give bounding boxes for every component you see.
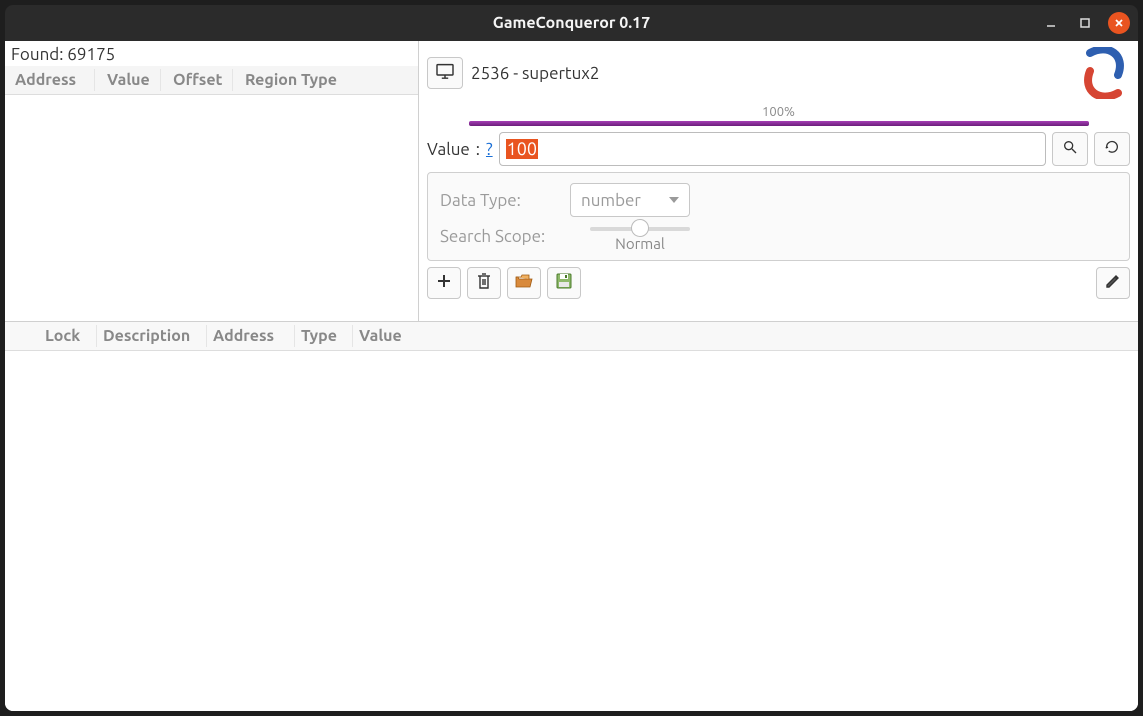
save-icon — [556, 273, 572, 293]
results-header-region[interactable]: Region Type — [239, 69, 414, 91]
cheat-header-description[interactable]: Description — [97, 325, 207, 347]
titlebar: GameConqueror 0.17 — [5, 5, 1138, 41]
value-row: Value: ? 100 — [427, 132, 1130, 166]
value-input-text: 100 — [506, 139, 538, 159]
progress-bar — [469, 121, 1089, 126]
reset-button[interactable] — [1094, 132, 1130, 166]
window-title: GameConqueror 0.17 — [493, 14, 650, 32]
progress-label: 100% — [762, 105, 795, 119]
remove-button[interactable] — [467, 267, 501, 299]
data-type-select[interactable]: number — [570, 183, 690, 217]
data-type-label: Data Type: — [440, 191, 570, 210]
progress-fill — [469, 121, 1089, 126]
cheat-header-value[interactable]: Value — [353, 325, 1134, 347]
cheat-header-address[interactable]: Address — [207, 325, 295, 347]
progress-row: 100% — [427, 105, 1130, 126]
cheat-toolbar — [427, 267, 1130, 305]
options-box: Data Type: number Search Scope: Normal — [427, 172, 1130, 261]
maximize-button[interactable] — [1074, 12, 1096, 34]
pencil-icon — [1105, 273, 1121, 293]
results-header-offset[interactable]: Offset — [167, 69, 233, 91]
slider-track — [590, 227, 690, 231]
save-button[interactable] — [547, 267, 581, 299]
minimize-button[interactable] — [1040, 12, 1062, 34]
select-process-button[interactable] — [427, 57, 463, 89]
cheat-header-lock[interactable]: Lock — [39, 325, 97, 347]
trash-icon — [477, 273, 491, 293]
data-type-value: number — [581, 191, 641, 210]
chevron-down-icon — [669, 197, 679, 203]
scan-pane: 2536 - supertux2 100% Value: ? 1 — [419, 41, 1138, 321]
search-icon — [1062, 139, 1078, 159]
cheat-list-pane: Lock Description Address Type Value — [5, 321, 1138, 711]
value-input[interactable]: 100 — [499, 132, 1046, 166]
value-help-link[interactable]: ? — [486, 140, 493, 159]
results-header-value[interactable]: Value — [101, 69, 161, 91]
search-scope-value: Normal — [615, 235, 665, 252]
found-count-label: Found: 69175 — [5, 41, 418, 66]
plus-icon — [437, 274, 451, 292]
process-row: 2536 - supertux2 — [427, 47, 1130, 99]
open-button[interactable] — [507, 267, 541, 299]
results-pane: Found: 69175 Address Value Offset Region… — [5, 41, 419, 321]
app-logo-icon — [1078, 47, 1130, 99]
window-controls — [1040, 12, 1130, 34]
process-label: 2536 - supertux2 — [471, 64, 1070, 83]
search-scope-slider[interactable]: Normal — [570, 221, 710, 252]
slider-thumb[interactable] — [631, 219, 649, 237]
upper-panes: Found: 69175 Address Value Offset Region… — [5, 41, 1138, 321]
results-headers: Address Value Offset Region Type — [5, 66, 418, 95]
folder-open-icon — [515, 274, 533, 292]
results-header-address[interactable]: Address — [9, 69, 95, 91]
memory-editor-button[interactable] — [1096, 267, 1130, 299]
scan-button[interactable] — [1052, 132, 1088, 166]
cheat-headers: Lock Description Address Type Value — [5, 322, 1138, 351]
cheat-header-type[interactable]: Type — [295, 325, 353, 347]
results-body[interactable] — [5, 95, 418, 321]
refresh-icon — [1104, 139, 1120, 159]
add-button[interactable] — [427, 267, 461, 299]
monitor-icon — [435, 63, 455, 83]
main-content: Found: 69175 Address Value Offset Region… — [5, 41, 1138, 711]
close-button[interactable] — [1108, 12, 1130, 34]
search-scope-label: Search Scope: — [440, 227, 570, 246]
value-label: Value — [427, 140, 470, 159]
